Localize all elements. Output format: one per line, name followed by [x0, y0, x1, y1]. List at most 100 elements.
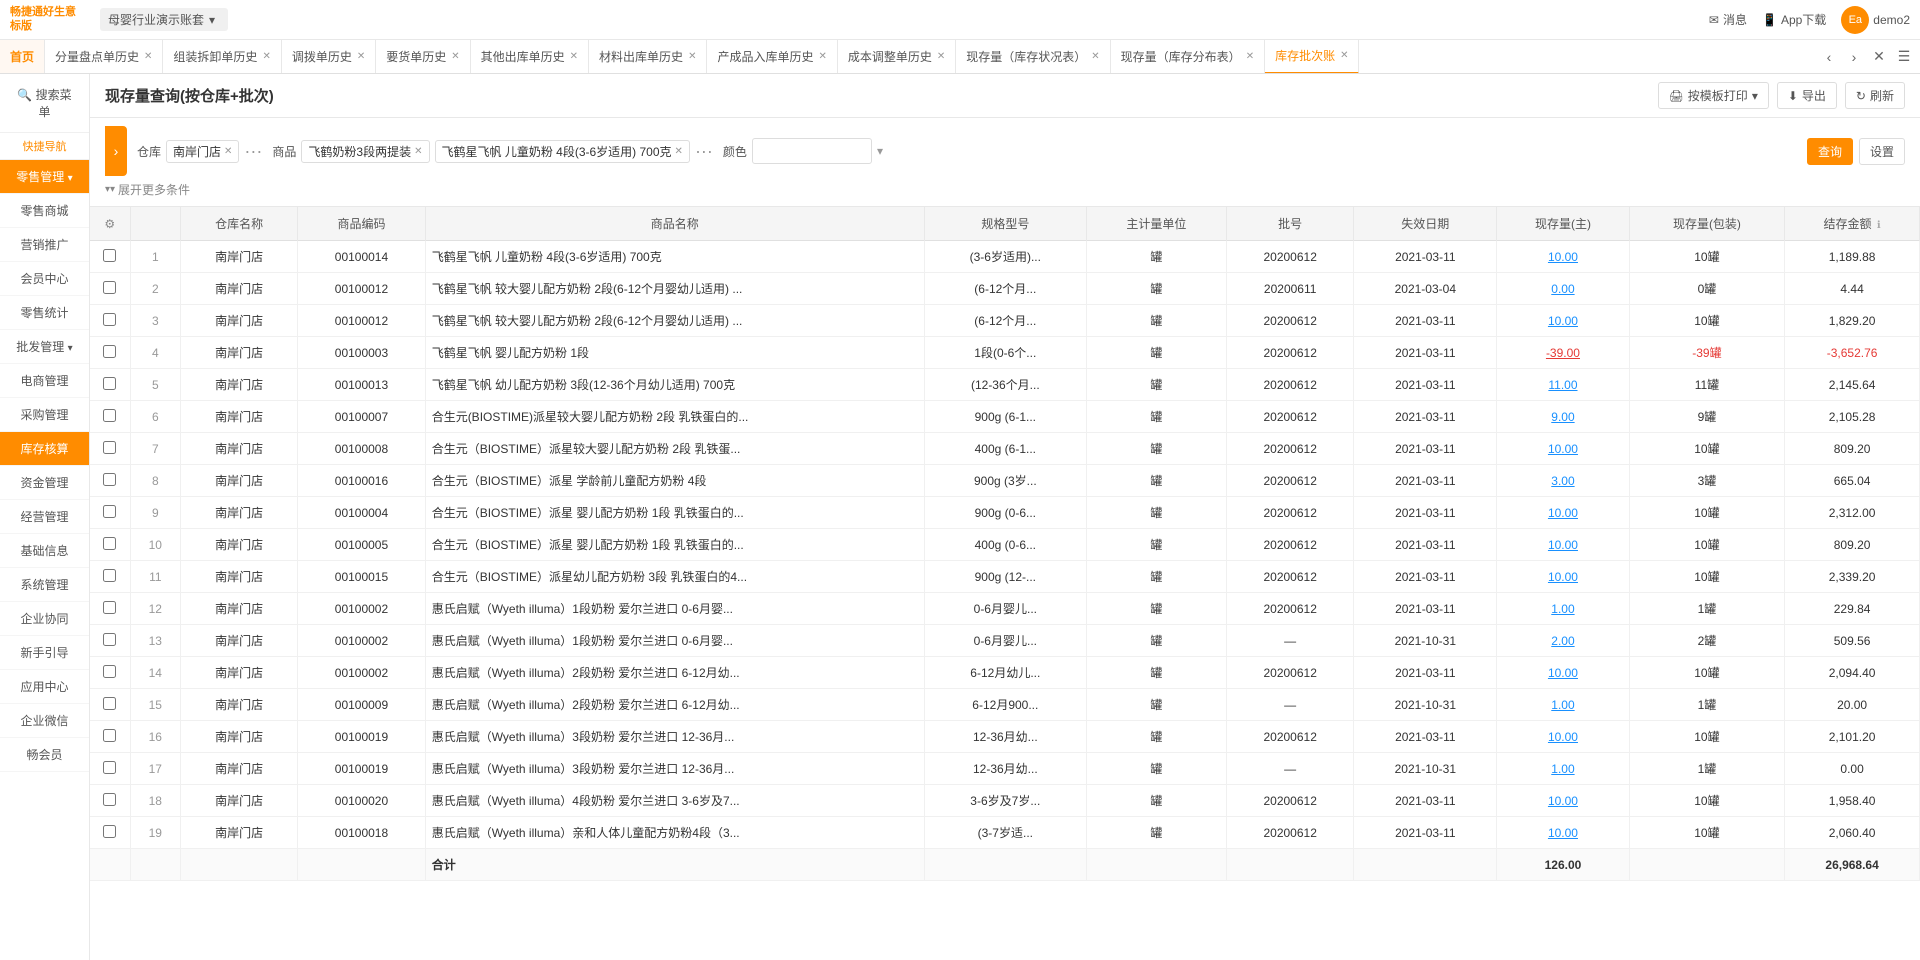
tab-11[interactable]: 库存批次账 ✕ — [1265, 40, 1359, 74]
row-checkbox[interactable] — [90, 817, 130, 849]
tab-close-4[interactable]: ✕ — [451, 51, 459, 62]
row-checkbox[interactable] — [90, 273, 130, 305]
row-qty-main[interactable]: 10.00 — [1497, 817, 1629, 849]
tab-close-1[interactable]: ✕ — [144, 51, 152, 62]
tab-8[interactable]: 成本调整单历史 ✕ — [838, 40, 956, 74]
product-tag-1-close[interactable]: ✕ — [675, 146, 683, 157]
row-checkbox[interactable] — [90, 305, 130, 337]
refresh-button[interactable]: ↻ 刷新 — [1845, 82, 1905, 109]
row-qty-main[interactable]: 0.00 — [1497, 273, 1629, 305]
warehouse-tag-close[interactable]: ✕ — [224, 146, 232, 157]
row-checkbox[interactable] — [90, 465, 130, 497]
tab-close-6[interactable]: ✕ — [688, 51, 696, 62]
user-menu[interactable]: Ea demo2 — [1841, 6, 1910, 34]
tab-10[interactable]: 现存量（库存分布表） ✕ — [1111, 40, 1265, 74]
row-qty-main[interactable]: 1.00 — [1497, 753, 1629, 785]
sidebar-item-basics[interactable]: 基础信息 — [0, 534, 89, 568]
row-checkbox[interactable] — [90, 433, 130, 465]
color-dropdown-arrow[interactable]: ▾ — [877, 144, 883, 158]
row-qty-main[interactable]: 3.00 — [1497, 465, 1629, 497]
row-qty-main[interactable]: 10.00 — [1497, 785, 1629, 817]
product-tag-0-close[interactable]: ✕ — [414, 146, 422, 157]
row-qty-main[interactable]: 10.00 — [1497, 561, 1629, 593]
row-checkbox[interactable] — [90, 401, 130, 433]
row-qty-main[interactable]: 9.00 — [1497, 401, 1629, 433]
warehouse-more[interactable]: ··· — [244, 141, 262, 162]
sidebar-item-purchase[interactable]: 采购管理 — [0, 398, 89, 432]
row-qty-main[interactable]: 10.00 — [1497, 721, 1629, 753]
row-checkbox[interactable] — [90, 785, 130, 817]
tab-close-3[interactable]: ✕ — [357, 51, 365, 62]
sidebar-item-member[interactable]: 会员中心 — [0, 262, 89, 296]
tab-prev-button[interactable]: ‹ — [1818, 46, 1840, 68]
industry-selector[interactable]: 母婴行业演示账套 ▾ — [100, 8, 228, 31]
row-checkbox[interactable] — [90, 657, 130, 689]
row-qty-main[interactable]: 10.00 — [1497, 305, 1629, 337]
settings-button[interactable]: 设置 — [1859, 138, 1905, 165]
sidebar-item-wholesale[interactable]: 批发管理 ▾ — [0, 330, 89, 364]
sidebar-item-finance[interactable]: 资金管理 — [0, 466, 89, 500]
sidebar-item-system[interactable]: 系统管理 — [0, 568, 89, 602]
sidebar-item-retail-mall[interactable]: 零售商城 — [0, 194, 89, 228]
row-qty-main[interactable]: 11.00 — [1497, 369, 1629, 401]
row-qty-main[interactable]: 1.00 — [1497, 689, 1629, 721]
search-menu-button[interactable]: 🔍 搜索菜单 — [8, 82, 81, 124]
row-qty-main[interactable]: 10.00 — [1497, 657, 1629, 689]
row-checkbox[interactable] — [90, 561, 130, 593]
row-qty-main[interactable]: 1.00 — [1497, 593, 1629, 625]
query-button[interactable]: 查询 — [1807, 138, 1853, 165]
tab-close-9[interactable]: ✕ — [1091, 51, 1099, 62]
app-download-button[interactable]: 📱 App下载 — [1762, 11, 1826, 28]
sidebar-item-enterprise[interactable]: 企业协同 — [0, 602, 89, 636]
export-button[interactable]: ⬇ 导出 — [1777, 82, 1837, 109]
row-checkbox[interactable] — [90, 753, 130, 785]
filter-expand-button[interactable]: ▾▾ 展开更多条件 — [105, 181, 1905, 198]
messages-button[interactable]: ✉ 消息 — [1709, 11, 1747, 28]
sidebar-item-ecommerce[interactable]: 电商管理 — [0, 364, 89, 398]
row-checkbox[interactable] — [90, 241, 130, 273]
sidebar-item-inventory[interactable]: 库存核算 — [0, 432, 89, 466]
sidebar-item-vip[interactable]: 畅会员 — [0, 738, 89, 772]
row-checkbox[interactable] — [90, 369, 130, 401]
tab-6[interactable]: 材料出库单历史 ✕ — [589, 40, 707, 74]
row-qty-main[interactable]: 10.00 — [1497, 241, 1629, 273]
tab-4[interactable]: 要货单历史 ✕ — [376, 40, 470, 74]
tab-2[interactable]: 组装拆卸单历史 ✕ — [163, 40, 281, 74]
tab-7[interactable]: 产成品入库单历史 ✕ — [707, 40, 837, 74]
row-qty-main[interactable]: 10.00 — [1497, 529, 1629, 561]
sidebar-item-marketing[interactable]: 营销推广 — [0, 228, 89, 262]
balance-info-icon[interactable]: ℹ — [1877, 220, 1881, 231]
sidebar-item-retail-stats[interactable]: 零售统计 — [0, 296, 89, 330]
row-checkbox[interactable] — [90, 625, 130, 657]
sidebar-item-wechat[interactable]: 企业微信 — [0, 704, 89, 738]
print-button[interactable]: 🖨 按模板打印 ▾ — [1658, 82, 1769, 109]
row-checkbox[interactable] — [90, 337, 130, 369]
tab-menu-button[interactable]: ☰ — [1893, 46, 1915, 68]
tab-close-all-button[interactable]: ✕ — [1868, 46, 1890, 68]
tab-close-2[interactable]: ✕ — [262, 51, 270, 62]
row-checkbox[interactable] — [90, 689, 130, 721]
tab-home[interactable]: 首页 — [0, 40, 45, 74]
row-checkbox[interactable] — [90, 721, 130, 753]
quick-nav[interactable]: 快捷导航 — [0, 133, 89, 160]
tab-9[interactable]: 现存量（库存状况表） ✕ — [956, 40, 1110, 74]
row-checkbox[interactable] — [90, 497, 130, 529]
row-checkbox[interactable] — [90, 593, 130, 625]
sidebar-item-guide[interactable]: 新手引导 — [0, 636, 89, 670]
tab-1[interactable]: 分量盘点单历史 ✕ — [45, 40, 163, 74]
row-qty-main[interactable]: 10.00 — [1497, 433, 1629, 465]
row-qty-main[interactable]: 2.00 — [1497, 625, 1629, 657]
tab-close-5[interactable]: ✕ — [570, 51, 578, 62]
tab-close-7[interactable]: ✕ — [818, 51, 826, 62]
tab-close-8[interactable]: ✕ — [937, 51, 945, 62]
row-checkbox[interactable] — [90, 529, 130, 561]
tab-5[interactable]: 其他出库单历史 ✕ — [471, 40, 589, 74]
product-more[interactable]: ··· — [695, 141, 713, 162]
tab-3[interactable]: 调拨单历史 ✕ — [282, 40, 376, 74]
row-qty-main[interactable]: -39.00 — [1497, 337, 1629, 369]
sidebar-item-apps[interactable]: 应用中心 — [0, 670, 89, 704]
tab-next-button[interactable]: › — [1843, 46, 1865, 68]
tab-close-10[interactable]: ✕ — [1246, 51, 1254, 62]
sidebar-item-retail[interactable]: 零售管理 ▾ — [0, 160, 89, 194]
col-settings[interactable]: ⚙ — [90, 207, 130, 241]
